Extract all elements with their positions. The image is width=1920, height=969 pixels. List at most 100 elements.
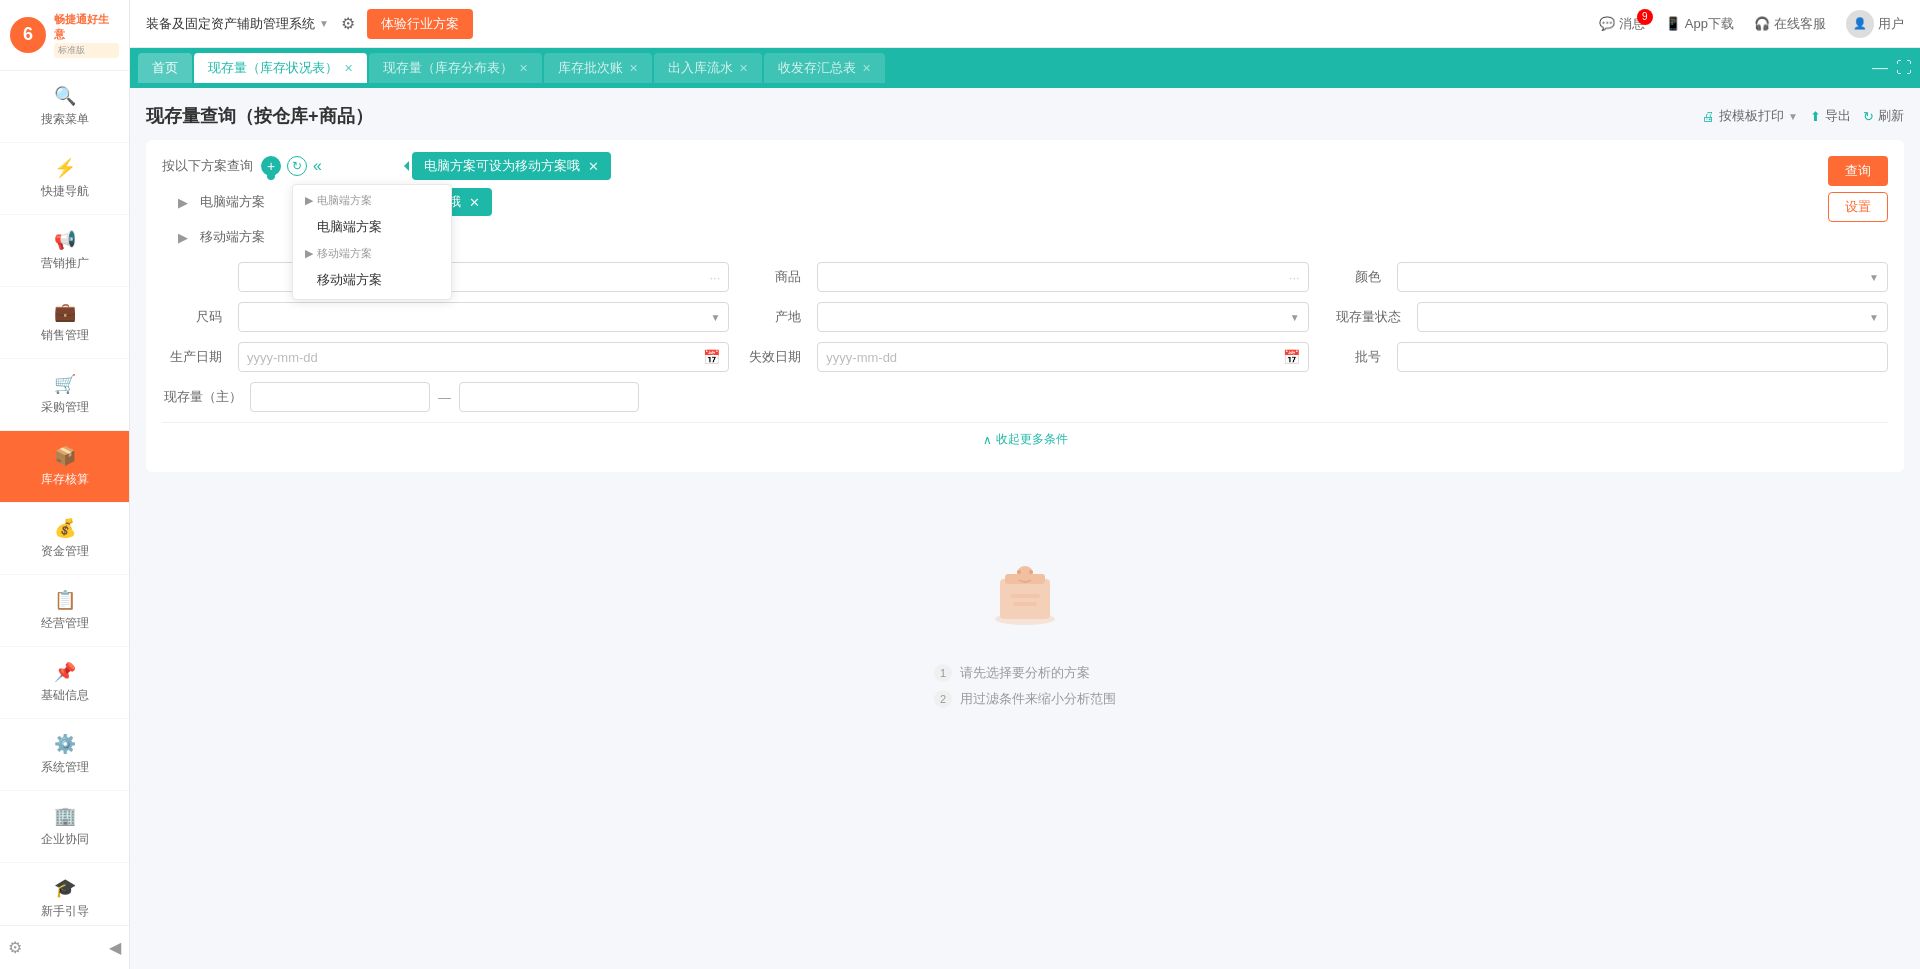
- create-tooltip-close[interactable]: ✕: [469, 195, 480, 210]
- goods-select[interactable]: ···: [817, 262, 1308, 292]
- expiry-date-input[interactable]: yyyy-mm-dd 📅: [817, 342, 1308, 372]
- sidebar-item-sales[interactable]: 💼 销售管理: [0, 287, 129, 359]
- size-select[interactable]: ▼: [238, 302, 729, 332]
- empty-step-2-text: 用过滤条件来缩小分析范围: [960, 690, 1116, 708]
- user-label: 用户: [1878, 15, 1904, 33]
- filter-row-4: 现存量（主） —: [162, 382, 1888, 412]
- tab-close-icon[interactable]: ✕: [862, 62, 871, 75]
- production-date-label: 生产日期: [162, 348, 222, 366]
- sidebar-item-purchase[interactable]: 🛒 采购管理: [0, 359, 129, 431]
- print-dropdown-icon: ▼: [1788, 111, 1798, 122]
- page-body: 现存量查询（按仓库+商品） 🖨 按模板打印 ▼ ⬆ 导出 ↻ 刷新: [130, 88, 1920, 969]
- empty-step-1-text: 请先选择要分析的方案: [960, 664, 1090, 682]
- stock-status-select[interactable]: ▼: [1417, 302, 1888, 332]
- template-print-btn[interactable]: 🖨 按模板打印 ▼: [1702, 107, 1798, 125]
- scheme-tooltip-bubble: 电脑方案可设为移动方案哦 ✕: [412, 152, 611, 180]
- sidebar-item-label: 企业协同: [41, 831, 89, 848]
- sidebar-item-marketing[interactable]: 📢 营销推广: [0, 215, 129, 287]
- search-button[interactable]: 查询: [1828, 156, 1888, 186]
- schema-mobile-item[interactable]: 移动端方案: [293, 265, 451, 295]
- stock-qty-max-input[interactable]: [459, 382, 639, 412]
- filter-row-indent: ▶: [178, 195, 188, 210]
- schema-mobile-label: 移动端方案: [317, 272, 382, 287]
- sidebar-item-label: 系统管理: [41, 759, 89, 776]
- svg-point-4: [1017, 570, 1021, 574]
- filter-header-row: 按以下方案查询 + ↻ «: [162, 156, 1888, 176]
- quick-nav-icon: ⚡: [54, 157, 76, 179]
- sidebar-item-guide[interactable]: 🎓 新手引导: [0, 863, 129, 925]
- collapse-bar[interactable]: ∧ 收起更多条件: [162, 422, 1888, 456]
- batch-label: 批号: [1321, 348, 1381, 366]
- refresh-btn[interactable]: ↻ 刷新: [1863, 107, 1904, 125]
- sidebar-item-system[interactable]: ⚙️ 系统管理: [0, 719, 129, 791]
- tab-io-flow[interactable]: 出入库流水 ✕: [654, 53, 762, 83]
- collapse-sidebar-icon[interactable]: ◀: [109, 938, 121, 957]
- settings-bottom-icon[interactable]: ⚙: [8, 938, 22, 957]
- tab-home[interactable]: 首页: [138, 53, 192, 83]
- tab-inventory-dist[interactable]: 现存量（库存分布表） ✕: [369, 53, 542, 83]
- tab-minimize-icon[interactable]: —: [1872, 59, 1888, 77]
- sidebar-item-quick[interactable]: ⚡ 快捷导航: [0, 143, 129, 215]
- sidebar-nav: 🔍 搜索菜单 ⚡ 快捷导航 📢 营销推广 💼 销售管理 🛒 采购管理 📦: [0, 71, 129, 925]
- sidebar-item-enterprise[interactable]: 🏢 企业协同: [0, 791, 129, 863]
- message-icon: 💬: [1599, 16, 1615, 31]
- filter-refresh-button[interactable]: ↻: [287, 156, 307, 176]
- filter-add-button[interactable]: +: [261, 156, 281, 176]
- sidebar-item-label: 新手引导: [41, 903, 89, 920]
- inventory-nav-icon: 📦: [54, 445, 76, 467]
- production-date-input[interactable]: yyyy-mm-dd 📅: [238, 342, 729, 372]
- refresh-label: 刷新: [1878, 107, 1904, 125]
- sidebar-item-inventory[interactable]: 📦 库存核算: [0, 431, 129, 503]
- svg-point-5: [1029, 570, 1033, 574]
- online-service-item[interactable]: 🎧 在线客服: [1754, 15, 1826, 33]
- app-download-item[interactable]: 📱 App下载: [1665, 15, 1734, 33]
- tab-receipt-summary-label: 收发存汇总表: [778, 59, 856, 77]
- message-icon-item[interactable]: 💬 消息 9: [1599, 15, 1645, 33]
- sidebar-item-label: 基础信息: [41, 687, 89, 704]
- user-item[interactable]: 👤 用户: [1846, 10, 1904, 38]
- schema-pc-group-label: 电脑端方案: [317, 193, 372, 208]
- tab-close-icon[interactable]: ✕: [344, 62, 353, 75]
- sidebar-item-basic[interactable]: 📌 基础信息: [0, 647, 129, 719]
- tab-inventory-dist-label: 现存量（库存分布表）: [383, 59, 513, 77]
- filter-arrow-button[interactable]: «: [313, 157, 322, 175]
- refresh-icon: ↻: [1863, 109, 1874, 124]
- header-settings-icon[interactable]: ⚙: [341, 14, 355, 33]
- purchase-nav-icon: 🛒: [54, 373, 76, 395]
- empty-state: 1 请先选择要分析的方案 2 用过滤条件来缩小分析范围: [146, 484, 1904, 776]
- tab-inventory-status[interactable]: 现存量（库存状况表） ✕: [194, 53, 367, 83]
- system-title-dropdown[interactable]: 装备及固定资产辅助管理系统 ▼: [146, 15, 329, 33]
- basic-nav-icon: 📌: [54, 661, 76, 683]
- sidebar-item-finance[interactable]: 💰 资金管理: [0, 503, 129, 575]
- logo-icon: 6: [10, 17, 46, 53]
- tab-batch-ledger[interactable]: 库存批次账 ✕: [544, 53, 652, 83]
- scheme-tooltip-close[interactable]: ✕: [588, 159, 599, 174]
- sales-nav-icon: 💼: [54, 301, 76, 323]
- size-dropdown-icon: ▼: [710, 312, 720, 323]
- tab-close-icon[interactable]: ✕: [629, 62, 638, 75]
- logo-text: 畅捷通好生意: [54, 12, 119, 43]
- tab-receipt-summary[interactable]: 收发存汇总表 ✕: [764, 53, 885, 83]
- batch-input[interactable]: [1397, 342, 1888, 372]
- tab-home-label: 首页: [152, 59, 178, 77]
- stock-qty-label: 现存量（主）: [162, 388, 242, 406]
- tab-io-flow-label: 出入库流水: [668, 59, 733, 77]
- experience-button[interactable]: 体验行业方案: [367, 9, 473, 39]
- tab-close-icon[interactable]: ✕: [739, 62, 748, 75]
- svg-rect-1: [1000, 579, 1050, 619]
- main-content: 装备及固定资产辅助管理系统 ▼ ⚙ 体验行业方案 💬 消息 9 📱 App下载 …: [130, 0, 1920, 969]
- tab-actions: — ⛶: [1872, 59, 1912, 77]
- reset-button[interactable]: 设置: [1828, 192, 1888, 222]
- refresh-small-icon: ↻: [292, 159, 302, 173]
- svg-rect-7: [1013, 602, 1037, 606]
- sidebar-item-search[interactable]: 🔍 搜索菜单: [0, 71, 129, 143]
- export-btn[interactable]: ⬆ 导出: [1810, 107, 1851, 125]
- sidebar-item-operations[interactable]: 📋 经营管理: [0, 575, 129, 647]
- tab-maximize-icon[interactable]: ⛶: [1896, 59, 1912, 77]
- template-print-label: 按模板打印: [1719, 107, 1784, 125]
- color-select[interactable]: ▼: [1397, 262, 1888, 292]
- tab-close-icon[interactable]: ✕: [519, 62, 528, 75]
- origin-select[interactable]: ▼: [817, 302, 1308, 332]
- stock-qty-min-input[interactable]: [250, 382, 430, 412]
- schema-pc-item[interactable]: 电脑端方案: [293, 212, 451, 242]
